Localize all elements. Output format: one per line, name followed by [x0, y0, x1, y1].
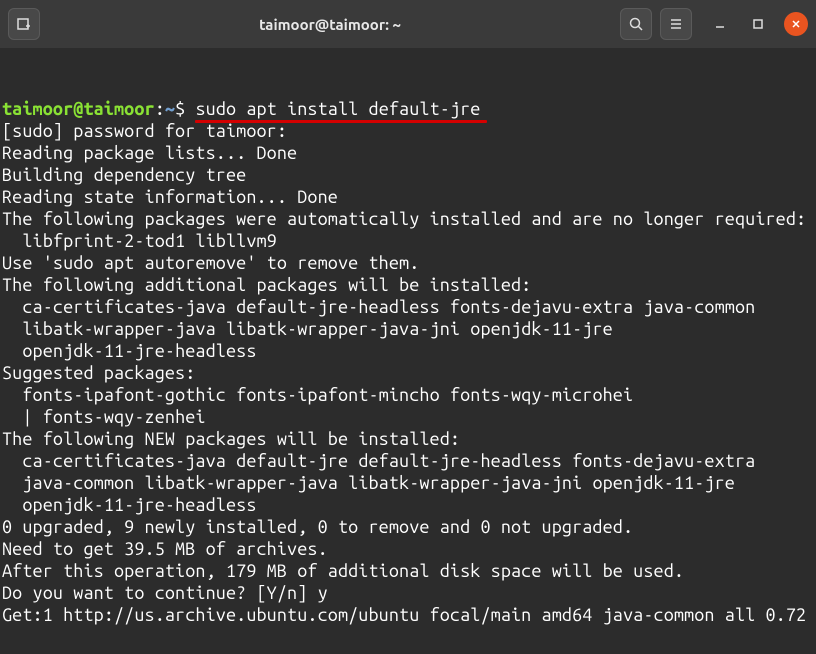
close-button[interactable]	[784, 12, 808, 36]
output-line: | fonts-wqy-zenhei	[2, 406, 814, 428]
output-line: fonts-ipafont-gothic fonts-ipafont-minch…	[2, 384, 814, 406]
output-line: Need to get 39.5 MB of archives.	[2, 538, 814, 560]
output-line: ca-certificates-java default-jre default…	[2, 450, 814, 472]
terminal-output: [sudo] password for taimoor:Reading pack…	[2, 120, 814, 626]
output-line: Reading package lists... Done	[2, 142, 814, 164]
prompt-symbol: $	[175, 99, 185, 119]
output-line: Suggested packages:	[2, 362, 814, 384]
output-line: ca-certificates-java default-jre-headles…	[2, 296, 814, 318]
search-icon	[628, 16, 644, 32]
minimize-icon	[714, 18, 726, 30]
titlebar-left-group	[8, 8, 40, 40]
maximize-button[interactable]	[746, 12, 770, 36]
output-line: The following additional packages will b…	[2, 274, 814, 296]
output-line: Use 'sudo apt autoremove' to remove them…	[2, 252, 814, 274]
output-line: java-common libatk-wrapper-java libatk-w…	[2, 472, 814, 494]
minimize-button[interactable]	[708, 12, 732, 36]
titlebar-right-group	[620, 8, 808, 40]
output-line: After this operation, 179 MB of addition…	[2, 560, 814, 582]
prompt-user-host: taimoor@taimoor	[2, 99, 155, 119]
output-line: Reading state information... Done	[2, 186, 814, 208]
new-tab-icon	[16, 16, 32, 32]
command-text: sudo apt install default-jre	[195, 98, 480, 120]
window-title: taimoor@taimoor: ~	[48, 16, 612, 33]
window-titlebar: taimoor@taimoor: ~	[0, 0, 816, 48]
output-line: [sudo] password for taimoor:	[2, 120, 814, 142]
output-line: openjdk-11-jre-headless	[2, 494, 814, 516]
output-line: 0 upgraded, 9 newly installed, 0 to remo…	[2, 516, 814, 538]
output-line: libfprint-2-tod1 libllvm9	[2, 230, 814, 252]
output-line: Get:1 http://us.archive.ubuntu.com/ubunt…	[2, 604, 814, 626]
hamburger-icon	[668, 16, 684, 32]
maximize-icon	[752, 18, 764, 30]
output-line: The following NEW packages will be insta…	[2, 428, 814, 450]
output-line: Do you want to continue? [Y/n] y	[2, 582, 814, 604]
output-line: libatk-wrapper-java libatk-wrapper-java-…	[2, 318, 814, 340]
search-button[interactable]	[620, 8, 652, 40]
terminal-content[interactable]: taimoor@taimoor:~$ sudo apt install defa…	[0, 48, 816, 654]
menu-button[interactable]	[660, 8, 692, 40]
output-line: The following packages were automaticall…	[2, 208, 814, 230]
output-line: openjdk-11-jre-headless	[2, 340, 814, 362]
new-tab-button[interactable]	[8, 8, 40, 40]
prompt-line: taimoor@taimoor:~$ sudo apt install defa…	[2, 98, 814, 120]
prompt-separator: :	[155, 99, 165, 119]
output-line: Building dependency tree	[2, 164, 814, 186]
prompt-path: ~	[165, 99, 175, 119]
window-controls	[708, 12, 808, 36]
close-icon	[791, 19, 801, 29]
